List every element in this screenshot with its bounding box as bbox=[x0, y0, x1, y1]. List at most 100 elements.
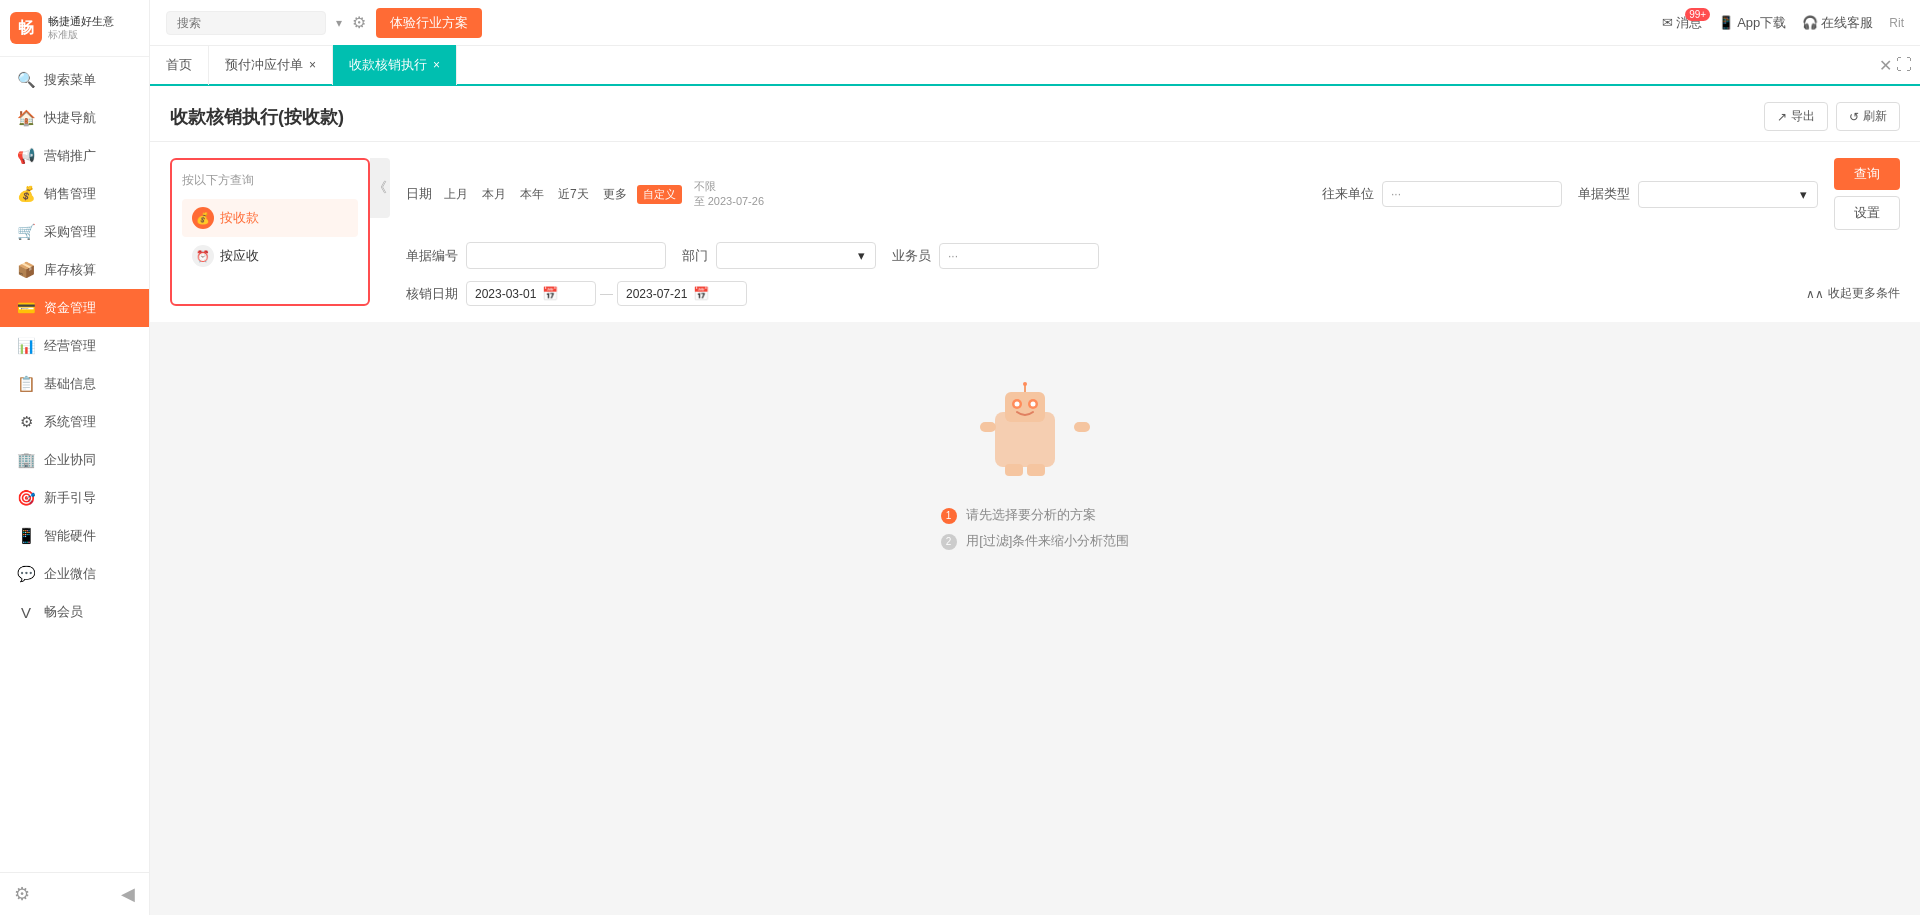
svg-rect-1 bbox=[1005, 392, 1045, 422]
user-name-label: Rit bbox=[1889, 16, 1904, 30]
date-btn-prev-month[interactable]: 上月 bbox=[440, 184, 472, 205]
step2-num: 2 bbox=[941, 534, 957, 550]
by-receipt-icon: 💰 bbox=[192, 207, 214, 229]
date-btn-7days[interactable]: 近7天 bbox=[554, 184, 593, 205]
member-icon: V bbox=[16, 604, 36, 621]
enterprise-icon: 🏢 bbox=[16, 451, 36, 469]
logo-icon: 畅 bbox=[10, 12, 42, 44]
sidebar-item-label: 营销推广 bbox=[44, 147, 96, 165]
sidebar-item-sales[interactable]: 💰 销售管理 bbox=[0, 175, 149, 213]
tab-maximize-button[interactable]: ⛶ bbox=[1896, 56, 1912, 74]
filter-option-by-receivable[interactable]: ⏰ 按应收 bbox=[182, 237, 358, 275]
filter-row-3: 核销日期 2023-03-01 📅 — 2023-07-21 📅 bbox=[406, 281, 1900, 306]
sidebar-item-wechat[interactable]: 💬 企业微信 bbox=[0, 555, 149, 593]
voucher-no-field: 单据编号 bbox=[406, 242, 666, 269]
sidebar-item-label: 新手引导 bbox=[44, 489, 96, 507]
writeoff-date-start-input[interactable]: 2023-03-01 📅 bbox=[466, 281, 596, 306]
tabbar-actions: ✕ ⛶ bbox=[1871, 56, 1920, 75]
main-area: ▾ ⚙ 体验行业方案 ✉ 消息 99+ 📱 App下载 🎧 在线客服 Rit 首… bbox=[150, 0, 1920, 915]
guide-icon: 🎯 bbox=[16, 489, 36, 507]
tab-prepay[interactable]: 预付冲应付单 × bbox=[209, 45, 333, 85]
sidebar-item-operations[interactable]: 📊 经营管理 bbox=[0, 327, 149, 365]
logo-title: 畅捷通好生意 bbox=[48, 14, 114, 28]
filter-panel-collapse-button[interactable]: 《 bbox=[370, 158, 390, 218]
finance-icon: 💳 bbox=[16, 299, 36, 317]
app-download-button[interactable]: 📱 App下载 bbox=[1718, 14, 1786, 32]
sidebar-item-purchase[interactable]: 🛒 采购管理 bbox=[0, 213, 149, 251]
svg-rect-11 bbox=[1027, 464, 1045, 476]
dept-select[interactable]: ▾ bbox=[716, 242, 876, 269]
filter-panel-title: 按以下方查询 bbox=[182, 172, 358, 189]
settings-button[interactable]: 设置 bbox=[1834, 196, 1900, 230]
writeoff-date-field: 核销日期 2023-03-01 📅 — 2023-07-21 📅 bbox=[406, 281, 747, 306]
sidebar-item-enterprise[interactable]: 🏢 企业协同 bbox=[0, 441, 149, 479]
voucher-no-label: 单据编号 bbox=[406, 247, 458, 265]
date-label: 日期 bbox=[406, 185, 432, 203]
inventory-icon: 📦 bbox=[16, 261, 36, 279]
export-button[interactable]: ↗ 导出 bbox=[1764, 102, 1828, 131]
refresh-button[interactable]: ↺ 刷新 bbox=[1836, 102, 1900, 131]
step1-text: 请先选择要分析的方案 bbox=[966, 507, 1096, 522]
sidebar-item-system[interactable]: ⚙ 系统管理 bbox=[0, 403, 149, 441]
sidebar-item-label: 经营管理 bbox=[44, 337, 96, 355]
tab-receipt-write-off[interactable]: 收款核销执行 × bbox=[333, 45, 457, 85]
date-btn-curr-year[interactable]: 本年 bbox=[516, 184, 548, 205]
sidebar-item-marketing[interactable]: 📢 营销推广 bbox=[0, 137, 149, 175]
online-service-button[interactable]: 🎧 在线客服 bbox=[1802, 14, 1873, 32]
by-receipt-label: 按收款 bbox=[220, 209, 259, 227]
sidebar-logo: 畅 畅捷通好生意 标准版 bbox=[0, 0, 149, 57]
sidebar-item-search-menu[interactable]: 🔍 搜索菜单 bbox=[0, 61, 149, 99]
topbar-right: ✉ 消息 99+ 📱 App下载 🎧 在线客服 Rit bbox=[1662, 14, 1904, 32]
calendar-start-icon: 📅 bbox=[542, 286, 558, 301]
empty-steps-text: 1 请先选择要分析的方案 2 用[过滤]条件来缩小分析范围 bbox=[941, 502, 1130, 554]
trade-partner-select-button[interactable]: ··· bbox=[1382, 181, 1562, 207]
collapse-more-button[interactable]: ∧∧ 收起更多条件 bbox=[1806, 285, 1900, 302]
sidebar-item-label: 快捷导航 bbox=[44, 109, 96, 127]
trade-partner-label: 往来单位 bbox=[1322, 185, 1374, 203]
date-btn-more[interactable]: 更多 bbox=[599, 184, 631, 205]
sidebar-item-label: 系统管理 bbox=[44, 413, 96, 431]
voucher-no-input[interactable] bbox=[466, 242, 666, 269]
sidebar-item-inventory[interactable]: 📦 库存核算 bbox=[0, 251, 149, 289]
sidebar-item-guide[interactable]: 🎯 新手引导 bbox=[0, 479, 149, 517]
operations-icon: 📊 bbox=[16, 337, 36, 355]
purchase-icon: 🛒 bbox=[16, 223, 36, 241]
voucher-type-label: 单据类型 bbox=[1578, 185, 1630, 203]
tab-home[interactable]: 首页 bbox=[150, 45, 209, 85]
sidebar-item-member[interactable]: V 畅会员 bbox=[0, 593, 149, 631]
topbar-search-input[interactable] bbox=[166, 11, 326, 35]
writeoff-date-label: 核销日期 bbox=[406, 285, 458, 303]
sidebar-item-quick-nav[interactable]: 🏠 快捷导航 bbox=[0, 99, 149, 137]
dept-field: 部门 ▾ bbox=[682, 242, 876, 269]
tab-receipt-write-off-close-icon[interactable]: × bbox=[433, 58, 440, 72]
svg-point-4 bbox=[1015, 402, 1020, 407]
sidebar-item-basic-info[interactable]: 📋 基础信息 bbox=[0, 365, 149, 403]
query-button[interactable]: 查询 bbox=[1834, 158, 1900, 190]
voucher-type-select[interactable]: ▾ bbox=[1638, 181, 1818, 208]
topbar-gear-icon[interactable]: ⚙ bbox=[352, 13, 366, 32]
collapse-icon: ∧∧ bbox=[1806, 287, 1824, 301]
writeoff-date-group: 2023-03-01 📅 — 2023-07-21 📅 bbox=[466, 281, 747, 306]
svg-rect-9 bbox=[1074, 422, 1090, 432]
tab-close-all-button[interactable]: ✕ bbox=[1879, 56, 1892, 75]
topbar: ▾ ⚙ 体验行业方案 ✉ 消息 99+ 📱 App下载 🎧 在线客服 Rit bbox=[150, 0, 1920, 46]
tab-prepay-close-icon[interactable]: × bbox=[309, 58, 316, 72]
sidebar-item-label: 销售管理 bbox=[44, 185, 96, 203]
page-header: 收款核销执行(按收款) ↗ 导出 ↺ 刷新 bbox=[150, 86, 1920, 142]
sidebar-item-finance[interactable]: 💳 资金管理 bbox=[0, 289, 149, 327]
filter-row-1: 日期 上月 本月 本年 近7天 更多 自定义 不限 至 2023-07-26 bbox=[406, 158, 1900, 230]
basic-info-icon: 📋 bbox=[16, 375, 36, 393]
sidebar-item-hardware[interactable]: 📱 智能硬件 bbox=[0, 517, 149, 555]
sidebar-item-label: 采购管理 bbox=[44, 223, 96, 241]
marketing-icon: 📢 bbox=[16, 147, 36, 165]
writeoff-date-end-input[interactable]: 2023-07-21 📅 bbox=[617, 281, 747, 306]
message-button[interactable]: ✉ 消息 99+ bbox=[1662, 14, 1702, 32]
app-download-label: App下载 bbox=[1737, 14, 1786, 32]
date-btn-curr-month[interactable]: 本月 bbox=[478, 184, 510, 205]
filter-option-by-receipt[interactable]: 💰 按收款 bbox=[182, 199, 358, 237]
online-service-label: 在线客服 bbox=[1821, 14, 1873, 32]
sidebar-collapse-icon[interactable]: ◀ bbox=[121, 883, 135, 905]
industry-solution-button[interactable]: 体验行业方案 bbox=[376, 8, 482, 38]
sidebar-settings-icon[interactable]: ⚙ bbox=[14, 883, 30, 905]
staff-select-button[interactable]: ··· bbox=[939, 243, 1099, 269]
